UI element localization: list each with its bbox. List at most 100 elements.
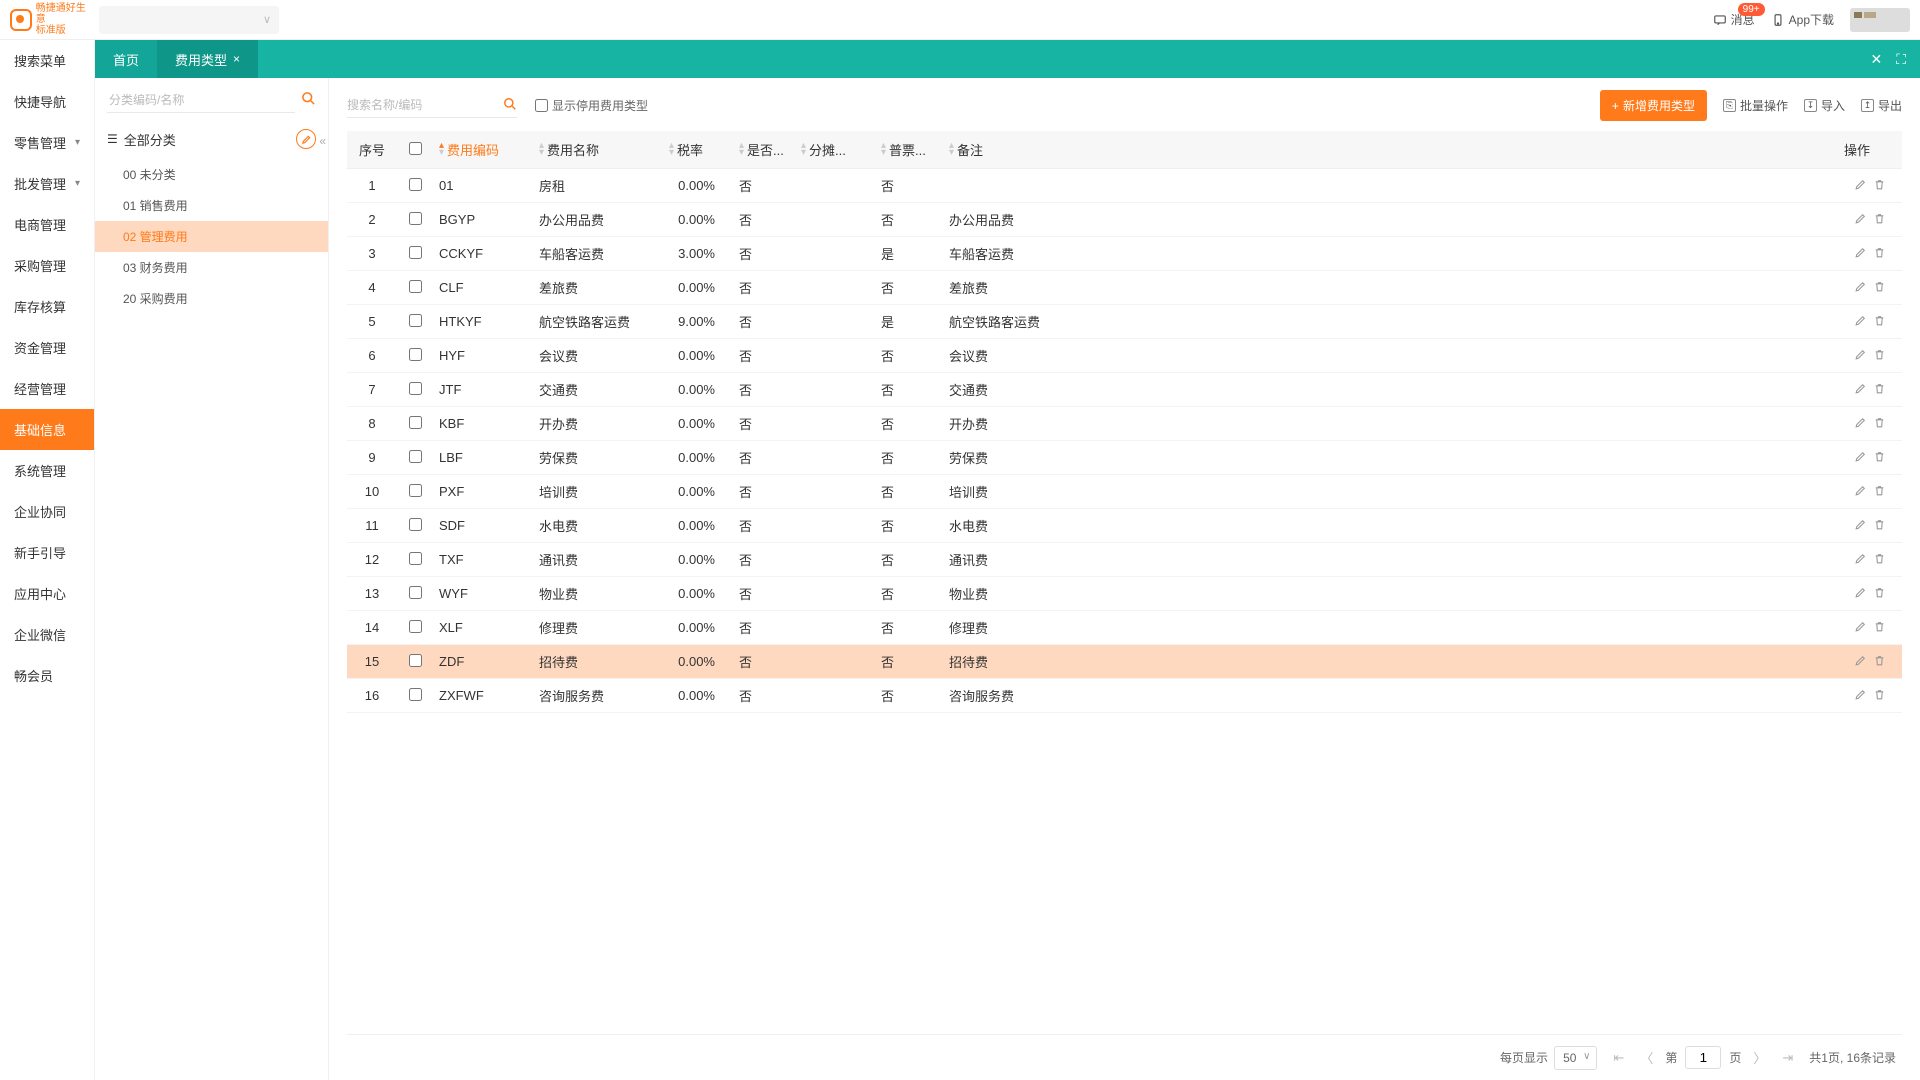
table-row[interactable]: 8KBF开办费0.00%否否开办费: [347, 407, 1902, 441]
col-code[interactable]: ▴▾费用编码: [433, 131, 533, 169]
edit-icon[interactable]: [1854, 350, 1867, 364]
row-checkbox[interactable]: [409, 382, 422, 395]
table-search-input[interactable]: [347, 93, 503, 117]
table-row[interactable]: 2BGYP办公用品费0.00%否否办公用品费: [347, 203, 1902, 237]
tab-close-all-icon[interactable]: ✕: [1870, 51, 1882, 68]
page-size-select[interactable]: 50: [1554, 1046, 1597, 1070]
edit-icon[interactable]: [1854, 214, 1867, 228]
nav-item-6[interactable]: 库存核算: [0, 286, 94, 327]
nav-item-11[interactable]: 企业协同: [0, 491, 94, 532]
delete-icon[interactable]: [1873, 520, 1886, 534]
nav-item-0[interactable]: 搜索菜单: [0, 40, 94, 81]
edit-icon[interactable]: [1854, 656, 1867, 670]
nav-item-15[interactable]: 畅会员: [0, 655, 94, 696]
table-row[interactable]: 7JTF交通费0.00%否否交通费: [347, 373, 1902, 407]
app-download-button[interactable]: App下载: [1771, 11, 1834, 28]
delete-icon[interactable]: [1873, 316, 1886, 330]
col-name[interactable]: ▴▾费用名称: [533, 131, 663, 169]
row-checkbox[interactable]: [409, 586, 422, 599]
delete-icon[interactable]: [1873, 180, 1886, 194]
tab-home[interactable]: 首页: [95, 40, 157, 78]
page-first-button[interactable]: ⇤: [1609, 1048, 1628, 1068]
edit-categories-button[interactable]: [296, 129, 316, 149]
edit-icon[interactable]: [1854, 622, 1867, 636]
nav-item-13[interactable]: 应用中心: [0, 573, 94, 614]
edit-icon[interactable]: [1854, 384, 1867, 398]
messages-button[interactable]: 消息 99+: [1713, 11, 1755, 28]
page-last-button[interactable]: ⇥: [1778, 1048, 1797, 1068]
row-checkbox[interactable]: [409, 484, 422, 497]
show-disabled-checkbox[interactable]: 显示停用费用类型: [535, 97, 648, 114]
delete-icon[interactable]: [1873, 486, 1886, 500]
row-checkbox[interactable]: [409, 212, 422, 225]
row-checkbox[interactable]: [409, 688, 422, 701]
col-remark[interactable]: ▴▾备注: [943, 131, 1822, 169]
edit-icon[interactable]: [1854, 452, 1867, 466]
delete-icon[interactable]: [1873, 588, 1886, 602]
nav-item-9[interactable]: 基础信息: [0, 409, 94, 450]
category-item-1[interactable]: 01 销售费用: [95, 190, 328, 221]
table-row[interactable]: 10PXF培训费0.00%否否培训费: [347, 475, 1902, 509]
nav-item-10[interactable]: 系统管理: [0, 450, 94, 491]
export-button[interactable]: ↥ 导出: [1861, 97, 1902, 114]
search-icon[interactable]: [301, 91, 316, 110]
delete-icon[interactable]: [1873, 384, 1886, 398]
row-checkbox[interactable]: [409, 654, 422, 667]
import-button[interactable]: ↧ 导入: [1804, 97, 1845, 114]
nav-item-4[interactable]: 电商管理: [0, 204, 94, 245]
row-checkbox[interactable]: [409, 416, 422, 429]
nav-item-12[interactable]: 新手引导: [0, 532, 94, 573]
category-item-3[interactable]: 03 财务费用: [95, 252, 328, 283]
select-all-checkbox[interactable]: [409, 142, 422, 155]
category-item-4[interactable]: 20 采购费用: [95, 283, 328, 314]
edit-icon[interactable]: [1854, 248, 1867, 262]
table-row[interactable]: 12TXF通讯费0.00%否否通讯费: [347, 543, 1902, 577]
nav-item-14[interactable]: 企业微信: [0, 614, 94, 655]
row-checkbox[interactable]: [409, 450, 422, 463]
delete-icon[interactable]: [1873, 248, 1886, 262]
edit-icon[interactable]: [1854, 520, 1867, 534]
delete-icon[interactable]: [1873, 350, 1886, 364]
page-prev-button[interactable]: 〈: [1636, 1046, 1657, 1069]
table-row[interactable]: 15ZDF招待费0.00%否否招待费: [347, 645, 1902, 679]
category-search-input[interactable]: [107, 88, 295, 113]
table-row[interactable]: 4CLF差旅费0.00%否否差旅费: [347, 271, 1902, 305]
tab-fee-type[interactable]: 费用类型 ×: [157, 40, 258, 78]
row-checkbox[interactable]: [409, 314, 422, 327]
delete-icon[interactable]: [1873, 690, 1886, 704]
nav-item-5[interactable]: 采购管理: [0, 245, 94, 286]
row-checkbox[interactable]: [409, 348, 422, 361]
edit-icon[interactable]: [1854, 588, 1867, 602]
edit-icon[interactable]: [1854, 418, 1867, 432]
table-row[interactable]: 3CCKYF车船客运费3.00%否是车船客运费: [347, 237, 1902, 271]
org-selector[interactable]: ∨: [99, 6, 279, 34]
batch-ops-button[interactable]: ⎘ 批量操作: [1723, 97, 1788, 114]
row-checkbox[interactable]: [409, 518, 422, 531]
category-item-2[interactable]: 02 管理费用: [95, 221, 328, 252]
delete-icon[interactable]: [1873, 554, 1886, 568]
delete-icon[interactable]: [1873, 656, 1886, 670]
edit-icon[interactable]: [1854, 316, 1867, 330]
table-row[interactable]: 16ZXFWF咨询服务费0.00%否否咨询服务费: [347, 679, 1902, 713]
table-row[interactable]: 14XLF修理费0.00%否否修理费: [347, 611, 1902, 645]
table-row[interactable]: 13WYF物业费0.00%否否物业费: [347, 577, 1902, 611]
edit-icon[interactable]: [1854, 486, 1867, 500]
delete-icon[interactable]: [1873, 282, 1886, 296]
nav-item-3[interactable]: 批发管理▾: [0, 163, 94, 204]
col-bool[interactable]: ▴▾是否...: [733, 131, 795, 169]
table-row[interactable]: 11SDF水电费0.00%否否水电费: [347, 509, 1902, 543]
page-next-button[interactable]: 〉: [1749, 1046, 1770, 1069]
table-row[interactable]: 101房租0.00%否否: [347, 169, 1902, 203]
col-checkbox[interactable]: [397, 131, 433, 169]
col-rate[interactable]: ▴▾税率: [663, 131, 733, 169]
row-checkbox[interactable]: [409, 552, 422, 565]
row-checkbox[interactable]: [409, 178, 422, 191]
edit-icon[interactable]: [1854, 554, 1867, 568]
avatar[interactable]: [1850, 8, 1910, 32]
row-checkbox[interactable]: [409, 280, 422, 293]
category-item-0[interactable]: 00 未分类: [95, 159, 328, 190]
row-checkbox[interactable]: [409, 246, 422, 259]
delete-icon[interactable]: [1873, 622, 1886, 636]
delete-icon[interactable]: [1873, 452, 1886, 466]
delete-icon[interactable]: [1873, 214, 1886, 228]
